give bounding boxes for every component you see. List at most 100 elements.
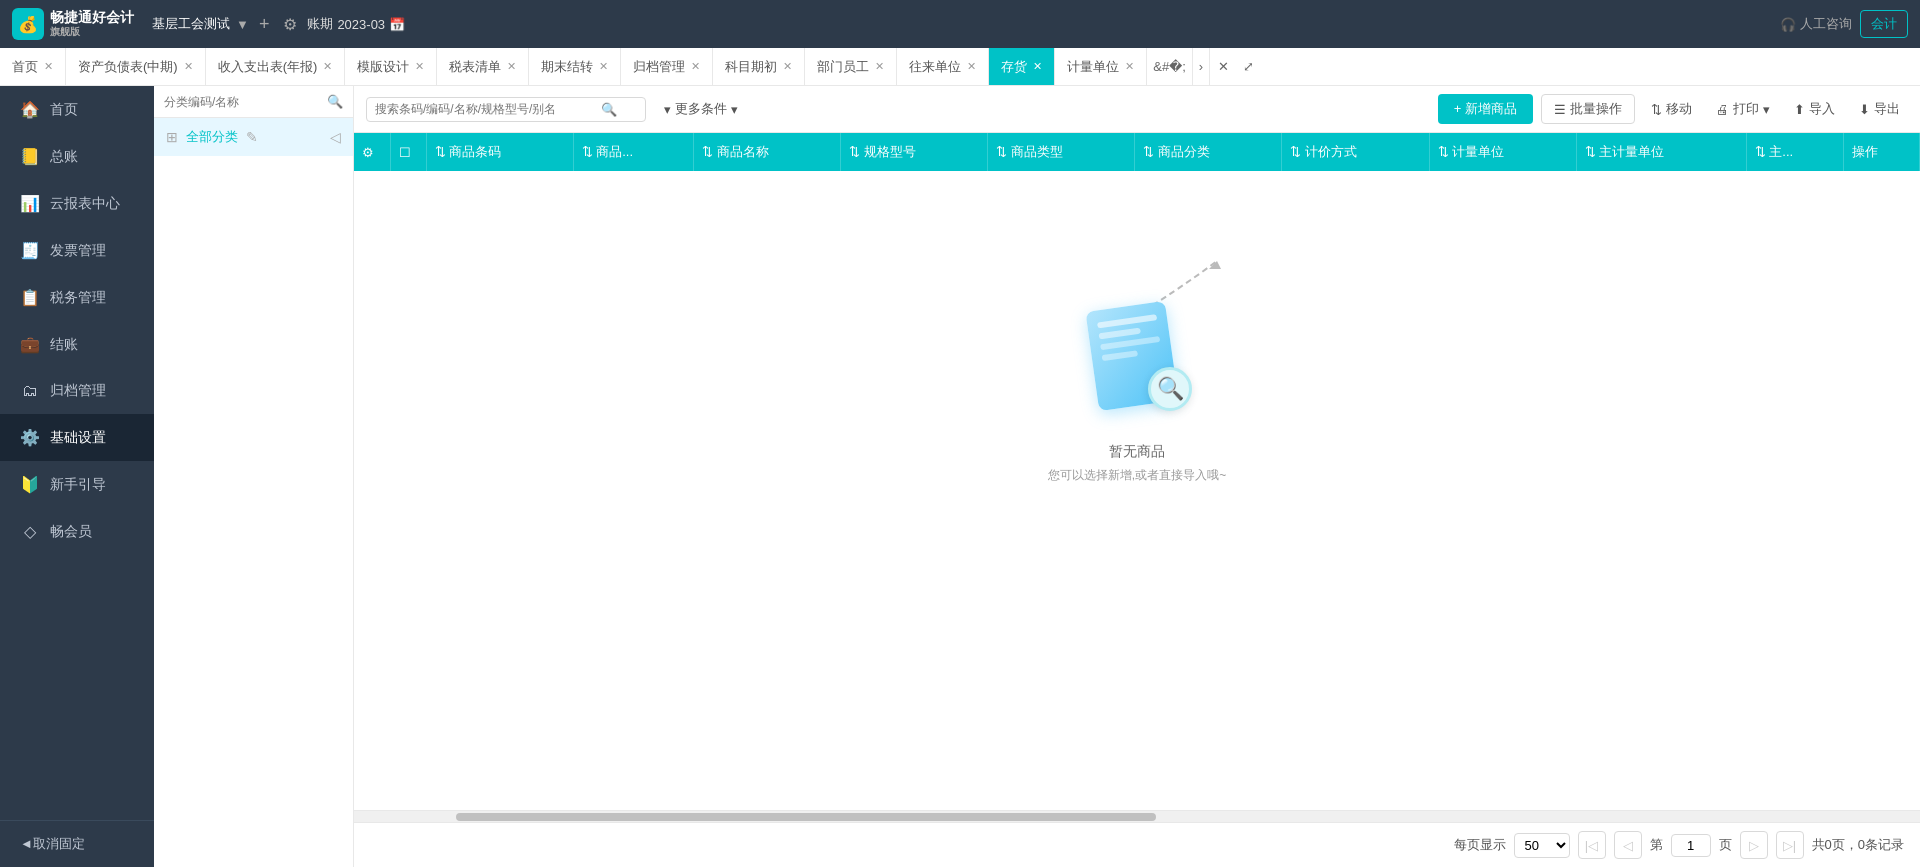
tab-bar: 首页 ✕ 资产负债表(中期) ✕ 收入支出表(年报) ✕ 模版设计 ✕ 税表清单… — [0, 48, 1920, 86]
tab-home-close[interactable]: ✕ — [44, 60, 53, 73]
sidebar-item-ledger[interactable]: 📒 总账 — [0, 133, 154, 180]
sidebar-guide-label: 新手引导 — [50, 476, 106, 494]
page-first-button[interactable]: |◁ — [1578, 831, 1606, 859]
sidebar-item-tax[interactable]: 📋 税务管理 — [0, 274, 154, 321]
th-code[interactable]: ⇅ 商品... — [573, 133, 693, 171]
th-barcode[interactable]: ⇅ 商品条码 — [426, 133, 573, 171]
scroll-thumb[interactable] — [456, 813, 1156, 821]
tab-archive-close[interactable]: ✕ — [691, 60, 700, 73]
collapse-panel-icon[interactable]: ◁ — [330, 129, 341, 145]
left-panel: 🔍 ⊞ 全部分类 ✎ ◁ — [154, 86, 354, 867]
category-search-icon[interactable]: 🔍 — [327, 94, 343, 109]
tab-department[interactable]: 部门员工 ✕ — [805, 48, 897, 86]
per-page-select[interactable]: 50 20 100 — [1514, 833, 1570, 858]
category-all-item[interactable]: ⊞ 全部分类 ✎ ◁ — [154, 118, 353, 156]
add-product-button[interactable]: + 新增商品 — [1438, 94, 1533, 124]
tab-period-end-label: 期末结转 — [541, 58, 593, 76]
tab-department-close[interactable]: ✕ — [875, 60, 884, 73]
th-type[interactable]: ⇅ 商品类型 — [988, 133, 1135, 171]
th-checkbox[interactable]: ☐ — [390, 133, 426, 171]
page-prev-button[interactable]: ◁ — [1614, 831, 1642, 859]
tab-period-end[interactable]: 期末结转 ✕ — [529, 48, 621, 86]
th-main-unit-label: ⇅ 主计量单位 — [1585, 144, 1665, 159]
tab-inventory-close[interactable]: ✕ — [1033, 60, 1042, 73]
tab-template[interactable]: 模版设计 ✕ — [345, 48, 437, 86]
print-icon: 🖨 — [1716, 102, 1729, 117]
move-button[interactable]: ⇅ 移动 — [1643, 95, 1700, 123]
tab-income-close[interactable]: ✕ — [323, 60, 332, 73]
header-period: 账期 2023-03 📅 — [307, 15, 405, 33]
tab-unit[interactable]: 计量单位 ✕ — [1055, 48, 1147, 86]
tab-balance[interactable]: 资产负债表(中期) ✕ — [66, 48, 206, 86]
th-unit[interactable]: ⇅ 计量单位 — [1429, 133, 1576, 171]
page-last-button[interactable]: ▷| — [1776, 831, 1804, 859]
th-col3[interactable]: ⇅ 主... — [1746, 133, 1844, 171]
headset-icon: 🎧 — [1780, 17, 1796, 32]
horizontal-scrollbar[interactable] — [354, 810, 1920, 822]
company-dropdown-icon[interactable]: ▼ — [236, 17, 249, 32]
sidebar: 🏠 首页 📒 总账 📊 云报表中心 🧾 发票管理 📋 税务管理 💼 结账 🗂 归… — [0, 86, 154, 867]
th-name[interactable]: ⇅ 商品名称 — [694, 133, 841, 171]
tab-contacts[interactable]: 往来单位 ✕ — [897, 48, 989, 86]
support-button[interactable]: 🎧 人工咨询 — [1780, 15, 1852, 33]
sidebar-closing-label: 结账 — [50, 336, 78, 354]
th-category[interactable]: ⇅ 商品分类 — [1135, 133, 1282, 171]
tab-income[interactable]: 收入支出表(年报) ✕ — [206, 48, 346, 86]
tab-archive[interactable]: 归档管理 ✕ — [621, 48, 713, 86]
tab-unit-label: 计量单位 — [1067, 58, 1119, 76]
print-button[interactable]: 🖨 打印 ▾ — [1708, 95, 1778, 123]
account-button[interactable]: 会计 — [1860, 10, 1908, 38]
sidebar-item-invoice[interactable]: 🧾 发票管理 — [0, 227, 154, 274]
tab-home-label: 首页 — [12, 58, 38, 76]
th-spec-label: ⇅ 规格型号 — [849, 144, 916, 159]
tab-close-all[interactable]: ✕ — [1210, 48, 1237, 86]
sidebar-item-guide[interactable]: 🔰 新手引导 — [0, 461, 154, 508]
tab-home[interactable]: 首页 ✕ — [0, 48, 66, 86]
sidebar-item-home[interactable]: 🏠 首页 — [0, 86, 154, 133]
tab-subject-init-close[interactable]: ✕ — [783, 60, 792, 73]
tab-nav-right[interactable]: › — [1193, 48, 1210, 86]
sidebar-home-label: 首页 — [50, 101, 78, 119]
sidebar-item-closing[interactable]: 💼 结账 — [0, 321, 154, 368]
tab-subject-init[interactable]: 科目期初 ✕ — [713, 48, 805, 86]
import-button[interactable]: ⬆ 导入 — [1786, 95, 1843, 123]
add-tab-button[interactable]: + — [259, 14, 270, 35]
sidebar-item-settings[interactable]: ⚙️ 基础设置 — [0, 414, 154, 461]
logo-icon: 💰 — [12, 8, 44, 40]
tab-unit-close[interactable]: ✕ — [1125, 60, 1134, 73]
th-price-method[interactable]: ⇅ 计价方式 — [1282, 133, 1429, 171]
sidebar-item-member[interactable]: ◇ 畅会员 — [0, 508, 154, 555]
tab-inventory[interactable]: 存货 ✕ — [989, 48, 1055, 86]
product-search-icon[interactable]: 🔍 — [601, 102, 617, 117]
sidebar-member-label: 畅会员 — [50, 523, 92, 541]
page-next-button[interactable]: ▷ — [1740, 831, 1768, 859]
sidebar-item-archive[interactable]: 🗂 归档管理 — [0, 368, 154, 414]
tab-contacts-close[interactable]: ✕ — [967, 60, 976, 73]
calendar-icon[interactable]: 📅 — [389, 17, 405, 32]
th-settings[interactable]: ⚙ — [354, 133, 390, 171]
tab-tax-list[interactable]: 税表清单 ✕ — [437, 48, 529, 86]
tab-balance-close[interactable]: ✕ — [184, 60, 193, 73]
th-action: 操作 — [1844, 133, 1920, 171]
batch-operation-button[interactable]: ☰ 批量操作 — [1541, 94, 1635, 124]
filter-button[interactable]: ▾ 更多条件 ▾ — [656, 96, 746, 122]
th-spec[interactable]: ⇅ 规格型号 — [841, 133, 988, 171]
tab-department-label: 部门员工 — [817, 58, 869, 76]
tab-nav-left[interactable]: &#�; — [1147, 48, 1193, 86]
tab-period-end-close[interactable]: ✕ — [599, 60, 608, 73]
page-number-input[interactable] — [1671, 834, 1711, 857]
header-settings-icon[interactable]: ⚙ — [283, 15, 297, 34]
tab-expand[interactable]: ⤢ — [1237, 48, 1260, 86]
edit-category-icon[interactable]: ✎ — [246, 129, 258, 145]
sidebar-item-reports[interactable]: 📊 云报表中心 — [0, 180, 154, 227]
home-icon: 🏠 — [20, 100, 40, 119]
tab-contacts-label: 往来单位 — [909, 58, 961, 76]
th-main-unit[interactable]: ⇅ 主计量单位 — [1576, 133, 1746, 171]
sidebar-unpin-button[interactable]: ◄取消固定 — [0, 820, 154, 867]
page-suffix: 页 — [1719, 836, 1732, 854]
category-search-input[interactable] — [164, 95, 321, 109]
tab-tax-list-close[interactable]: ✕ — [507, 60, 516, 73]
export-button[interactable]: ⬇ 导出 — [1851, 95, 1908, 123]
tab-template-close[interactable]: ✕ — [415, 60, 424, 73]
product-search-input[interactable] — [375, 102, 595, 116]
